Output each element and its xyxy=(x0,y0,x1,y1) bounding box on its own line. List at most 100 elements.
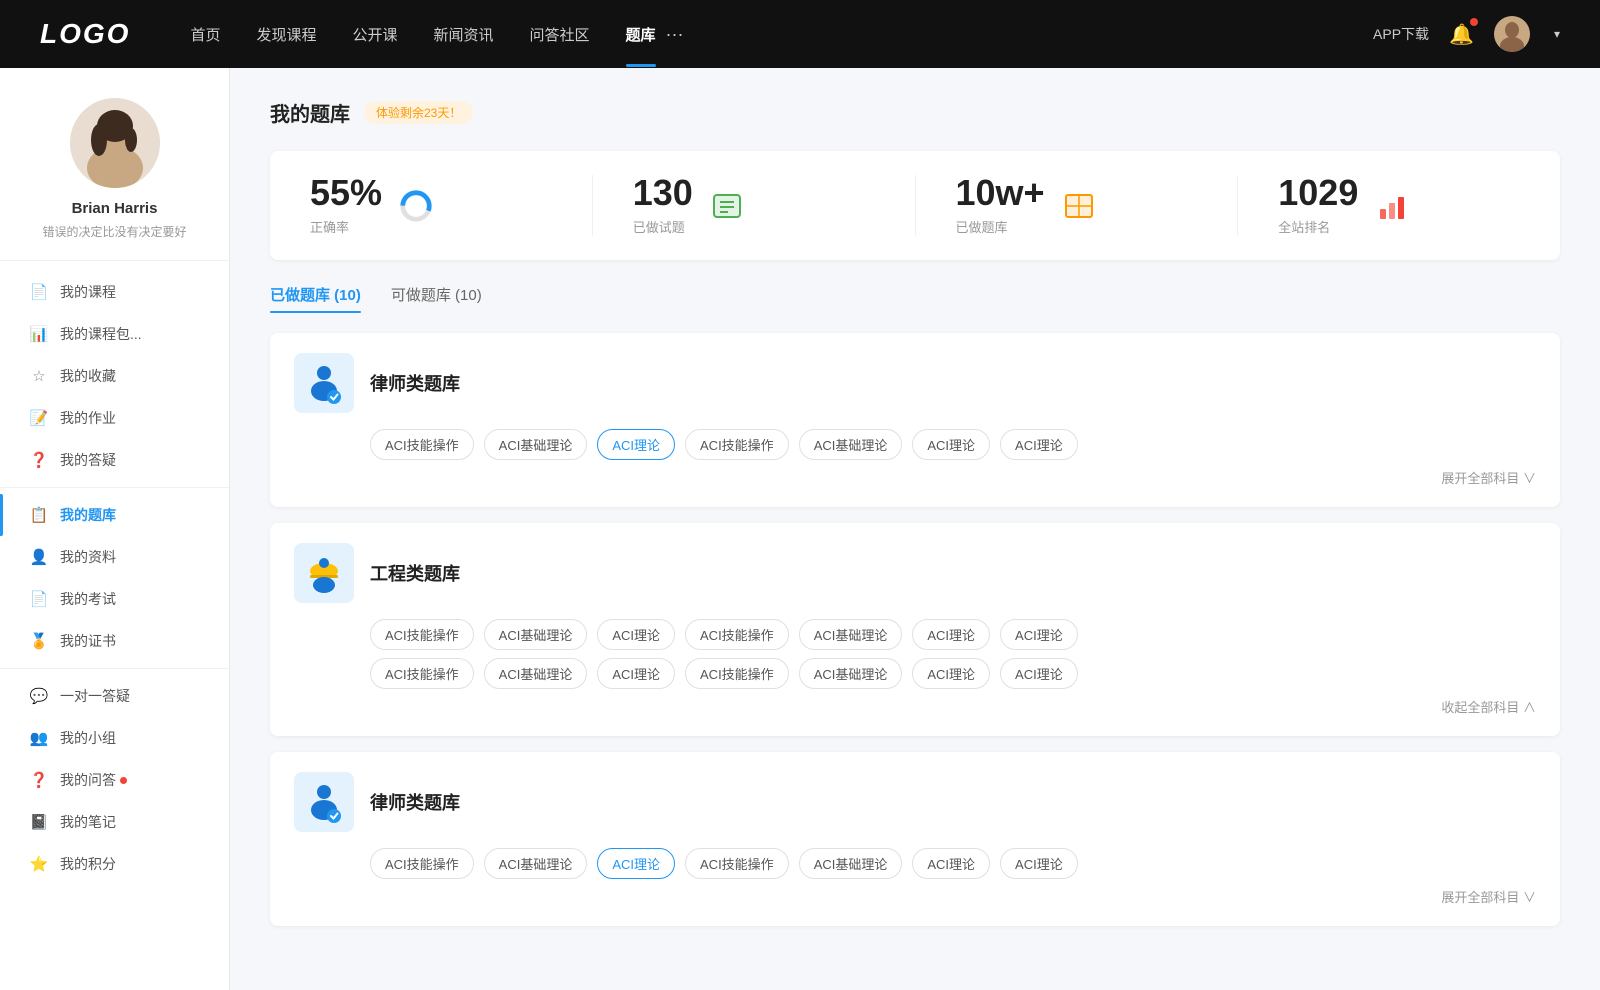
tag-3-0[interactable]: ACI技能操作 xyxy=(370,848,474,879)
tag-2-12[interactable]: ACI理论 xyxy=(912,658,990,689)
lawyer-icon xyxy=(294,353,354,413)
navbar: LOGO 首页 发现课程 公开课 新闻资讯 问答社区 题库 ··· APP下载 … xyxy=(0,0,1600,68)
tag-2-2[interactable]: ACI理论 xyxy=(597,619,675,650)
sidebar-item-my-exam[interactable]: 📄 我的考试 xyxy=(0,578,229,620)
tag-1-0[interactable]: ACI技能操作 xyxy=(370,429,474,460)
bank-card-header-1: 律师类题库 xyxy=(294,353,1536,413)
page-title: 我的题库 xyxy=(270,98,350,127)
bank-card-header-3: 律师类题库 xyxy=(294,772,1536,832)
sidebar-item-my-course[interactable]: 📄 我的课程 xyxy=(0,271,229,313)
nav-item-qa[interactable]: 问答社区 xyxy=(530,24,590,45)
tag-3-1[interactable]: ACI基础理论 xyxy=(484,848,588,879)
stat-done-questions-text: 130 已做试题 xyxy=(633,175,693,236)
tag-3-4[interactable]: ACI基础理论 xyxy=(799,848,903,879)
tag-3-6[interactable]: ACI理论 xyxy=(1000,848,1078,879)
logo[interactable]: LOGO xyxy=(40,18,130,50)
sidebar-item-my-qa[interactable]: ❓ 我的答疑 xyxy=(0,439,229,481)
stat-done-banks: 10w+ 已做题库 xyxy=(916,175,1239,236)
user-name: Brian Harris xyxy=(20,200,209,217)
star-icon: ☆ xyxy=(30,367,48,385)
page-body: Brian Harris 错误的决定比没有决定要好 📄 我的课程 📊 我的课程包… xyxy=(0,68,1600,990)
sidebar-item-homework[interactable]: 📝 我的作业 xyxy=(0,397,229,439)
accuracy-value: 55% xyxy=(310,175,382,211)
avatar[interactable] xyxy=(1494,16,1530,52)
qa-icon: ❓ xyxy=(30,451,48,469)
done-questions-value: 130 xyxy=(633,175,693,211)
user-motto: 错误的决定比没有决定要好 xyxy=(20,223,209,240)
exam-icon: 📄 xyxy=(30,590,48,608)
tag-1-1[interactable]: ACI基础理论 xyxy=(484,429,588,460)
tab-done-banks[interactable]: 已做题库 (10) xyxy=(270,284,361,313)
sidebar-profile: Brian Harris 错误的决定比没有决定要好 xyxy=(0,98,229,261)
avatar-image xyxy=(1494,16,1530,52)
sidebar-divider-2 xyxy=(0,668,229,669)
cert-icon: 🏅 xyxy=(30,632,48,650)
bank-card-body-2: ACI技能操作 ACI基础理论 ACI理论 ACI技能操作 ACI基础理论 AC… xyxy=(294,619,1536,716)
tag-2-9[interactable]: ACI理论 xyxy=(597,658,675,689)
question-icon: ❓ xyxy=(30,771,48,789)
tag-2-3[interactable]: ACI技能操作 xyxy=(685,619,789,650)
tag-3-2[interactable]: ACI理论 xyxy=(597,848,675,879)
sidebar-item-my-profile[interactable]: 👤 我的资料 xyxy=(0,536,229,578)
list-icon xyxy=(709,188,745,224)
sidebar-item-my-bank[interactable]: 📋 我的题库 xyxy=(0,494,229,536)
chevron-down-icon[interactable]: ▾ xyxy=(1554,27,1560,41)
expand-link-2[interactable]: 收起全部科目 ∧ xyxy=(370,697,1536,716)
tag-2-1[interactable]: ACI基础理论 xyxy=(484,619,588,650)
tag-2-7[interactable]: ACI技能操作 xyxy=(370,658,474,689)
nav-item-home[interactable]: 首页 xyxy=(190,24,220,45)
sidebar-item-my-group[interactable]: 👥 我的小组 xyxy=(0,717,229,759)
grid-icon xyxy=(1061,188,1097,224)
engineer-icon xyxy=(294,543,354,603)
tag-2-10[interactable]: ACI技能操作 xyxy=(685,658,789,689)
done-banks-value: 10w+ xyxy=(956,175,1045,211)
notification-bell[interactable]: 🔔 xyxy=(1449,22,1474,47)
stat-done-banks-text: 10w+ 已做题库 xyxy=(956,175,1045,236)
stat-accuracy: 55% 正确率 xyxy=(270,175,593,236)
group-icon: 👥 xyxy=(30,729,48,747)
tag-2-13[interactable]: ACI理论 xyxy=(1000,658,1078,689)
nav-item-bank[interactable]: 题库 xyxy=(626,24,656,45)
bank-title-lawyer-2: 律师类题库 xyxy=(370,789,460,815)
sidebar-item-1on1[interactable]: 💬 一对一答疑 xyxy=(0,675,229,717)
stat-done-questions: 130 已做试题 xyxy=(593,175,916,236)
tag-1-3[interactable]: ACI技能操作 xyxy=(685,429,789,460)
stat-ranking: 1029 全站排名 xyxy=(1238,175,1560,236)
tag-3-3[interactable]: ACI技能操作 xyxy=(685,848,789,879)
ranking-label: 全站排名 xyxy=(1278,217,1358,236)
done-banks-label: 已做题库 xyxy=(956,217,1045,236)
tab-available-banks[interactable]: 可做题库 (10) xyxy=(391,284,482,313)
avatar-image xyxy=(70,98,160,188)
tag-1-2[interactable]: ACI理论 xyxy=(597,429,675,460)
nav-item-discover[interactable]: 发现课程 xyxy=(256,24,316,45)
profile-icon: 👤 xyxy=(30,548,48,566)
notes-icon: 📓 xyxy=(30,813,48,831)
sidebar-item-certificate[interactable]: 🏅 我的证书 xyxy=(0,620,229,662)
tags-row-2-row1: ACI技能操作 ACI基础理论 ACI理论 ACI技能操作 ACI基础理论 AC… xyxy=(370,619,1536,650)
tag-2-11[interactable]: ACI基础理论 xyxy=(799,658,903,689)
tag-2-6[interactable]: ACI理论 xyxy=(1000,619,1078,650)
tag-2-5[interactable]: ACI理论 xyxy=(912,619,990,650)
tag-1-5[interactable]: ACI理论 xyxy=(912,429,990,460)
nav-item-open-course[interactable]: 公开课 xyxy=(352,24,397,45)
tag-2-4[interactable]: ACI基础理论 xyxy=(799,619,903,650)
nav-item-news[interactable]: 新闻资讯 xyxy=(434,24,494,45)
tag-1-6[interactable]: ACI理论 xyxy=(1000,429,1078,460)
tag-2-8[interactable]: ACI基础理论 xyxy=(484,658,588,689)
tag-3-5[interactable]: ACI理论 xyxy=(912,848,990,879)
course-icon: 📄 xyxy=(30,283,48,301)
app-download[interactable]: APP下载 xyxy=(1373,24,1429,44)
nav-more[interactable]: ··· xyxy=(666,24,684,45)
sidebar-item-favorites[interactable]: ☆ 我的收藏 xyxy=(0,355,229,397)
expand-link-1[interactable]: 展开全部科目 ∨ xyxy=(370,468,1536,487)
stats-row: 55% 正确率 130 已做试题 xyxy=(270,151,1560,260)
sidebar-item-course-package[interactable]: 📊 我的课程包... xyxy=(0,313,229,355)
sidebar-item-my-question[interactable]: ❓ 我的问答 xyxy=(0,759,229,801)
tag-2-0[interactable]: ACI技能操作 xyxy=(370,619,474,650)
sidebar-item-notes[interactable]: 📓 我的笔记 xyxy=(0,801,229,843)
sidebar-item-points[interactable]: ⭐ 我的积分 xyxy=(0,843,229,885)
expand-link-3[interactable]: 展开全部科目 ∨ xyxy=(370,887,1536,906)
tag-1-4[interactable]: ACI基础理论 xyxy=(799,429,903,460)
trial-badge: 体验剩余23天！ xyxy=(364,101,473,124)
bank-card-lawyer-1: 律师类题库 ACI技能操作 ACI基础理论 ACI理论 ACI技能操作 ACI基… xyxy=(270,333,1560,507)
